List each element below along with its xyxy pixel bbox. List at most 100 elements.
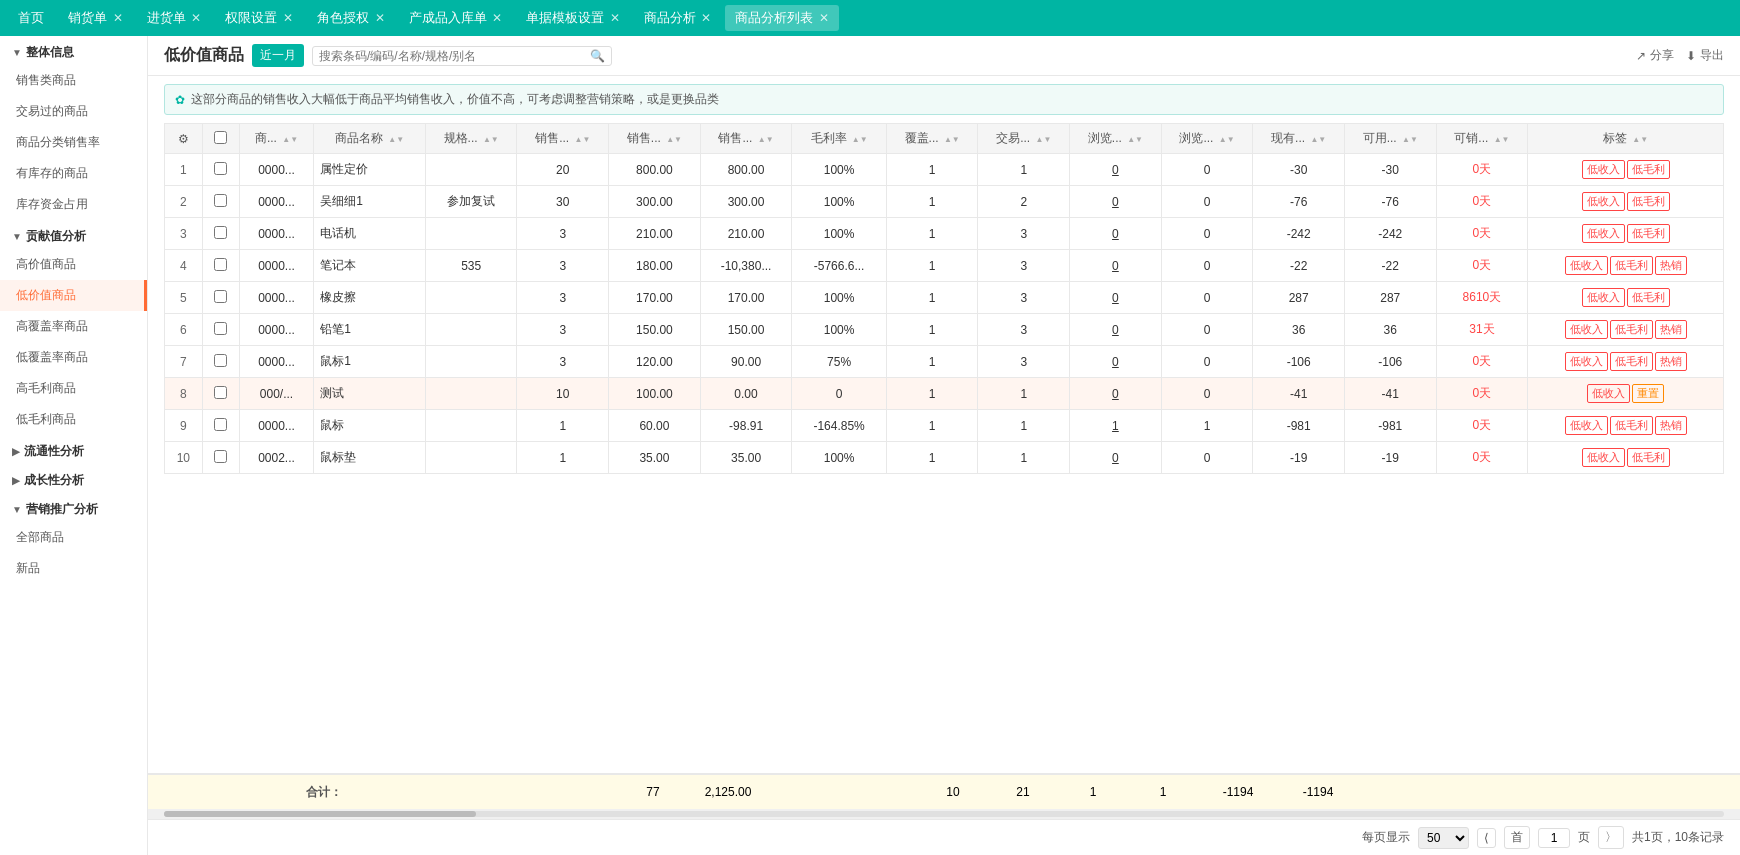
scroll-thumb[interactable] <box>164 811 476 817</box>
sidebar-group-overall[interactable]: ▼ 整体信息 <box>0 36 147 65</box>
sidebar-group-growth[interactable]: ▶ 成长性分析 <box>0 464 147 493</box>
view1-link[interactable]: 0 <box>1112 323 1119 337</box>
row-checkbox[interactable] <box>214 450 227 463</box>
view1-link[interactable]: 0 <box>1112 195 1119 209</box>
col-sales-avg[interactable]: 销售... ▲▼ <box>700 124 792 154</box>
row-view1[interactable]: 0 <box>1070 186 1162 218</box>
sort-code[interactable]: ▲▼ <box>282 135 298 144</box>
sort-available[interactable]: ▲▼ <box>1402 135 1418 144</box>
sort-tag[interactable]: ▲▼ <box>1632 135 1648 144</box>
sidebar-group-flow[interactable]: ▶ 流通性分析 <box>0 435 147 464</box>
row-view1[interactable]: 0 <box>1070 218 1162 250</box>
row-view1[interactable]: 0 <box>1070 154 1162 186</box>
sidebar-item-high-margin[interactable]: 高毛利商品 <box>0 373 147 404</box>
nav-home[interactable]: 首页 <box>8 5 54 31</box>
sidebar-group-contribution[interactable]: ▼ 贡献值分析 <box>0 220 147 249</box>
scroll-track[interactable] <box>164 811 1724 817</box>
row-view1[interactable]: 0 <box>1070 282 1162 314</box>
col-sales-amt[interactable]: 销售... ▲▼ <box>609 124 701 154</box>
col-view1[interactable]: 浏览... ▲▼ <box>1070 124 1162 154</box>
sidebar-item-sales-products[interactable]: 销售类商品 <box>0 65 147 96</box>
view1-link[interactable]: 0 <box>1112 451 1119 465</box>
row-check-cell[interactable] <box>202 314 239 346</box>
sort-gross-rate[interactable]: ▲▼ <box>852 135 868 144</box>
view1-link[interactable]: 0 <box>1112 259 1119 273</box>
row-view1[interactable]: 1 <box>1070 410 1162 442</box>
col-view2[interactable]: 浏览... ▲▼ <box>1161 124 1253 154</box>
sort-view1[interactable]: ▲▼ <box>1127 135 1143 144</box>
row-view1[interactable]: 0 <box>1070 346 1162 378</box>
nav-permission[interactable]: 权限设置 ✕ <box>215 5 303 31</box>
sidebar-item-all-products[interactable]: 全部商品 <box>0 522 147 553</box>
nav-close-sales[interactable]: ✕ <box>113 11 123 25</box>
row-check-cell[interactable] <box>202 442 239 474</box>
sort-sellable[interactable]: ▲▼ <box>1494 135 1510 144</box>
col-sales-qty[interactable]: 销售... ▲▼ <box>517 124 609 154</box>
nav-close-analysis-list[interactable]: ✕ <box>819 11 829 25</box>
col-trade[interactable]: 交易... ▲▼ <box>978 124 1070 154</box>
sort-sales-qty[interactable]: ▲▼ <box>575 135 591 144</box>
row-checkbox[interactable] <box>214 386 227 399</box>
row-checkbox[interactable] <box>214 290 227 303</box>
row-checkbox[interactable] <box>214 322 227 335</box>
row-checkbox[interactable] <box>214 194 227 207</box>
nav-analysis[interactable]: 商品分析 ✕ <box>634 5 722 31</box>
select-all-checkbox[interactable] <box>214 131 227 144</box>
nav-close-template[interactable]: ✕ <box>610 11 620 25</box>
sort-spec[interactable]: ▲▼ <box>483 135 499 144</box>
row-view1[interactable]: 0 <box>1070 442 1162 474</box>
sidebar-item-traded-products[interactable]: 交易过的商品 <box>0 96 147 127</box>
sidebar-item-new-products[interactable]: 新品 <box>0 553 147 584</box>
row-checkbox[interactable] <box>214 418 227 431</box>
sort-trade[interactable]: ▲▼ <box>1036 135 1052 144</box>
col-stock[interactable]: 现有... ▲▼ <box>1253 124 1345 154</box>
nav-close-permission[interactable]: ✕ <box>283 11 293 25</box>
col-tag[interactable]: 标签 ▲▼ <box>1528 124 1724 154</box>
row-view1[interactable]: 0 <box>1070 250 1162 282</box>
search-input[interactable] <box>319 49 590 63</box>
row-check-cell[interactable] <box>202 250 239 282</box>
sidebar-item-low-coverage[interactable]: 低覆盖率商品 <box>0 342 147 373</box>
row-check-cell[interactable] <box>202 282 239 314</box>
row-check-cell[interactable] <box>202 378 239 410</box>
row-checkbox[interactable] <box>214 226 227 239</box>
col-gross-rate[interactable]: 毛利率 ▲▼ <box>792 124 886 154</box>
view1-link[interactable]: 0 <box>1112 227 1119 241</box>
nav-analysis-list[interactable]: 商品分析列表 ✕ <box>725 5 839 31</box>
nav-template[interactable]: 单据模板设置 ✕ <box>516 5 630 31</box>
nav-role[interactable]: 角色授权 ✕ <box>307 5 395 31</box>
sort-sales-amt[interactable]: ▲▼ <box>666 135 682 144</box>
view1-link[interactable]: 0 <box>1112 163 1119 177</box>
row-check-cell[interactable] <box>202 346 239 378</box>
footer-scroll[interactable] <box>148 809 1740 819</box>
sidebar-item-low-value[interactable]: 低价值商品 <box>0 280 147 311</box>
per-page-select[interactable]: 50 100 200 <box>1418 827 1469 849</box>
nav-close-produce[interactable]: ✕ <box>492 11 502 25</box>
sidebar-item-category-rate[interactable]: 商品分类销售率 <box>0 127 147 158</box>
col-name[interactable]: 商品名称 ▲▼ <box>314 124 426 154</box>
row-check-cell[interactable] <box>202 218 239 250</box>
row-view1[interactable]: 0 <box>1070 314 1162 346</box>
view1-link[interactable]: 0 <box>1112 355 1119 369</box>
nav-purchase[interactable]: 进货单 ✕ <box>137 5 212 31</box>
table-container[interactable]: ⚙ 商... ▲▼ 商品名称 ▲▼ 规格... ▲▼ 销售... ▲▼ 销售..… <box>148 123 1740 773</box>
nav-close-role[interactable]: ✕ <box>375 11 385 25</box>
col-check[interactable] <box>202 124 239 154</box>
filter-recent-month[interactable]: 近一月 <box>252 44 304 67</box>
nav-close-purchase[interactable]: ✕ <box>191 11 201 25</box>
sort-view2[interactable]: ▲▼ <box>1219 135 1235 144</box>
next-page-btn[interactable]: 〉 <box>1598 826 1624 849</box>
view1-link[interactable]: 0 <box>1112 291 1119 305</box>
sidebar-item-high-value[interactable]: 高价值商品 <box>0 249 147 280</box>
row-view1[interactable]: 0 <box>1070 378 1162 410</box>
sidebar-item-stocked[interactable]: 有库存的商品 <box>0 158 147 189</box>
row-checkbox[interactable] <box>214 258 227 271</box>
row-check-cell[interactable] <box>202 154 239 186</box>
col-spec[interactable]: 规格... ▲▼ <box>425 124 517 154</box>
col-available[interactable]: 可用... ▲▼ <box>1344 124 1436 154</box>
nav-close-analysis[interactable]: ✕ <box>701 11 711 25</box>
sort-stock[interactable]: ▲▼ <box>1310 135 1326 144</box>
first-page-btn[interactable]: ⟨ <box>1477 828 1496 848</box>
nav-produce[interactable]: 产成品入库单 ✕ <box>399 5 513 31</box>
view1-link[interactable]: 1 <box>1112 419 1119 433</box>
